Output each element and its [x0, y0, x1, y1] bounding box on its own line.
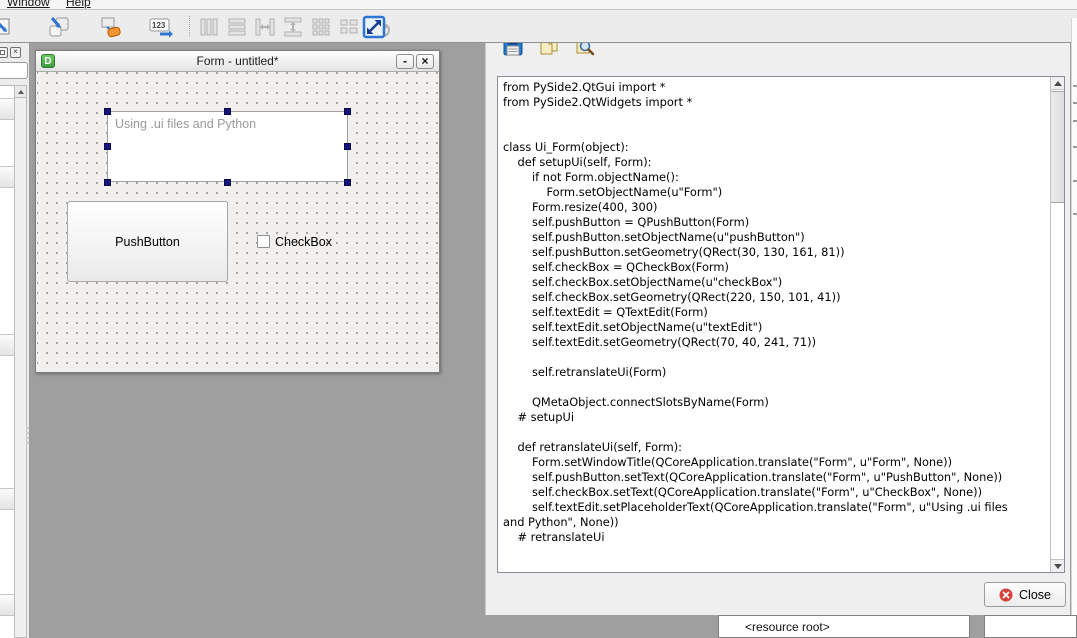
- edit-tab-order-icon[interactable]: 123: [146, 13, 176, 40]
- edit-signals-slots-icon[interactable]: [44, 13, 74, 40]
- widget-box-item[interactable]: [0, 334, 14, 356]
- menu-item-help[interactable]: Help: [66, 0, 91, 9]
- designer-form-icon: D: [41, 54, 55, 68]
- widget-box-item[interactable]: [0, 166, 14, 188]
- form-window-titlebar[interactable]: D Form - untitled* - ×: [36, 51, 439, 72]
- selection-handle[interactable]: [344, 143, 351, 150]
- scroll-up-icon[interactable]: [1051, 77, 1064, 90]
- dock-float-button[interactable]: [0, 47, 8, 58]
- edit-buddies-icon[interactable]: [96, 13, 126, 40]
- widget-filter-input[interactable]: [0, 62, 28, 79]
- lay-out-vertically-in-splitter-icon[interactable]: [280, 13, 306, 40]
- scroll-up-icon[interactable]: [15, 86, 26, 98]
- selection-handle[interactable]: [104, 108, 111, 115]
- widget-box-item[interactable]: [0, 488, 14, 510]
- lay-out-horizontally-icon[interactable]: [196, 13, 222, 40]
- selection-handle[interactable]: [344, 179, 351, 186]
- checkbox-widget[interactable]: CheckBox: [257, 221, 358, 262]
- toolbar-separator: [189, 16, 190, 37]
- checkbox-label: CheckBox: [275, 235, 332, 249]
- menu-item-window[interactable]: Window: [7, 0, 50, 9]
- widget-box-item[interactable]: [0, 594, 14, 616]
- code-vertical-scrollbar[interactable]: [1050, 77, 1064, 572]
- close-button[interactable]: Close: [984, 582, 1066, 607]
- close-button-label: Close: [1019, 588, 1051, 602]
- selection-handle[interactable]: [104, 179, 111, 186]
- widget-box-panel: ×: [0, 43, 30, 638]
- edit-widgets-icon[interactable]: [0, 13, 13, 40]
- checkbox-indicator[interactable]: [257, 235, 270, 248]
- dock-close-button[interactable]: ×: [10, 47, 21, 58]
- selection-handle[interactable]: [104, 143, 111, 150]
- scroll-down-icon[interactable]: [1051, 559, 1064, 572]
- adjust-size-icon[interactable]: [360, 13, 388, 40]
- lay-out-in-a-grid-icon[interactable]: [308, 13, 334, 40]
- minimize-button[interactable]: -: [396, 54, 414, 69]
- menubar: Window Help: [0, 0, 1077, 10]
- resource-browser-panel: <resource root>: [718, 615, 970, 638]
- generated-code[interactable]: from PySide2.QtGui import * from PySide2…: [498, 77, 1050, 572]
- lay-out-in-a-form-layout-icon[interactable]: [336, 13, 362, 40]
- lay-out-horizontally-in-splitter-icon[interactable]: [252, 13, 278, 40]
- resource-root-item[interactable]: <resource root>: [719, 616, 969, 634]
- scrollbar-thumb[interactable]: [1051, 91, 1064, 203]
- resource-preview-panel: [984, 615, 1077, 638]
- widget-box-scrollbar[interactable]: [14, 85, 27, 638]
- widget-box-item[interactable]: [0, 98, 14, 120]
- main-toolbar: 123: [0, 10, 1077, 43]
- selection-handle[interactable]: [224, 179, 231, 186]
- form-designer-window: D Form - untitled* - × Using .ui files a…: [35, 50, 440, 373]
- pushbutton-widget[interactable]: PushButton: [67, 201, 228, 282]
- textedit-placeholder: Using .ui files and Python: [108, 112, 347, 136]
- svg-text:123: 123: [152, 21, 166, 30]
- textedit-widget[interactable]: Using .ui files and Python: [107, 111, 348, 182]
- selection-handle[interactable]: [224, 108, 231, 115]
- selection-handle[interactable]: [344, 108, 351, 115]
- code-preview-dialog: from PySide2.QtGui import * from PySide2…: [485, 18, 1070, 615]
- restore-icon: [0, 50, 5, 55]
- lay-out-vertically-icon[interactable]: [224, 13, 250, 40]
- splitter-grip[interactable]: [26, 427, 29, 445]
- code-editor[interactable]: from PySide2.QtGui import * from PySide2…: [497, 76, 1065, 573]
- form-window-title: Form - untitled*: [36, 54, 439, 68]
- widget-box-list: [0, 85, 14, 638]
- close-window-button[interactable]: ×: [416, 54, 434, 69]
- clipped-right-panel: [1071, 18, 1077, 615]
- close-icon: [999, 588, 1013, 602]
